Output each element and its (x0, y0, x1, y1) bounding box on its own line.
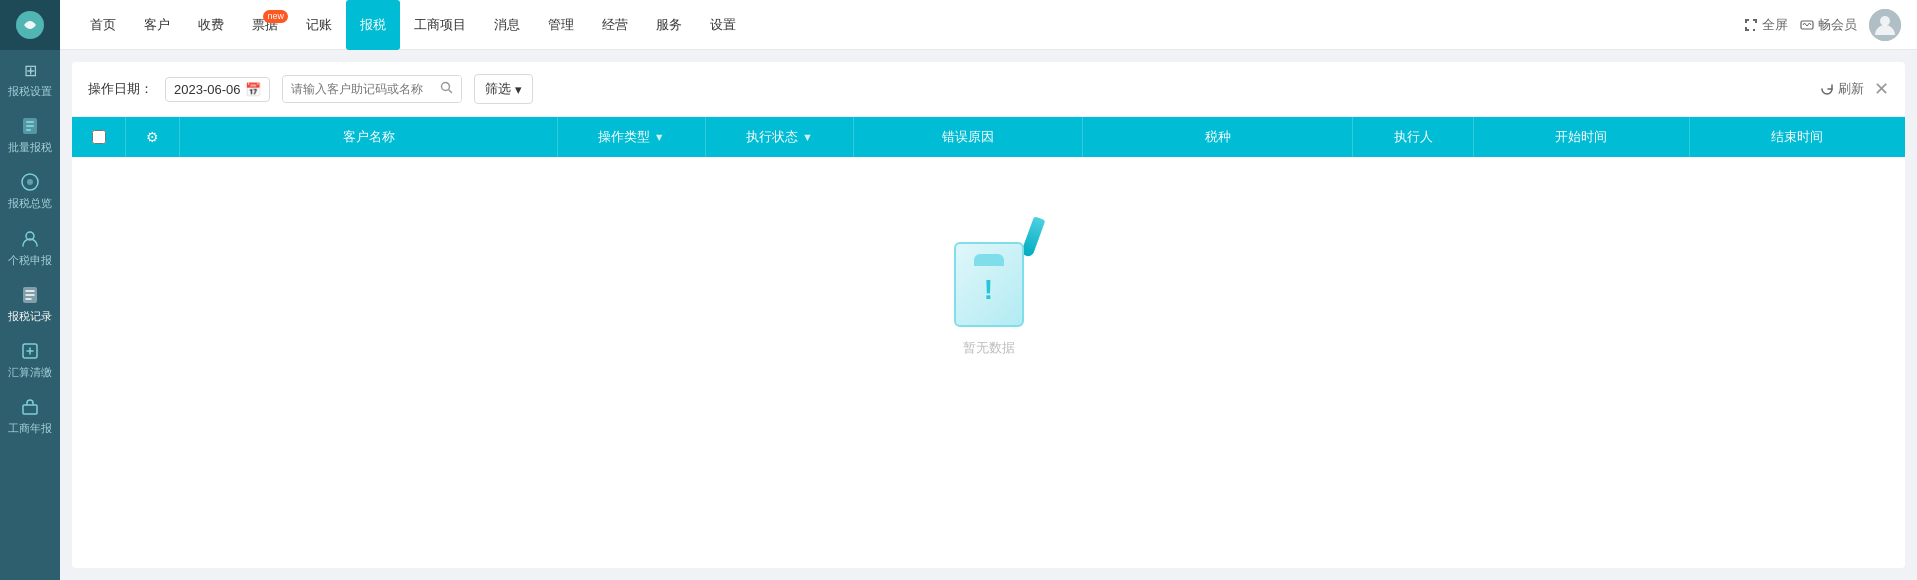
search-button[interactable] (432, 76, 461, 102)
sidebar-item-label: 工商年报 (8, 422, 52, 435)
start-time-column-header: 开始时间 (1474, 117, 1690, 157)
search-box (282, 75, 462, 103)
tax-type-column-header: 税种 (1083, 117, 1353, 157)
exec-status-column-header: 执行状态 ▼ (705, 117, 853, 157)
top-navigation: 首页 客户 收费 票据 new 记账 报税 工商项目 消息 管理 经营 (60, 0, 1917, 50)
close-button[interactable]: ✕ (1874, 80, 1889, 98)
table-header-row: ⚙ 客户名称 操作类型 ▼ (72, 117, 1905, 157)
gongshangnian-icon (18, 395, 42, 419)
error-reason-column-header: 错误原因 (854, 117, 1083, 157)
nav-item-jingying[interactable]: 经营 (588, 0, 642, 50)
svg-rect-4 (26, 129, 31, 131)
column-settings-icon[interactable]: ⚙ (146, 129, 159, 145)
date-value: 2023-06-06 (174, 82, 241, 97)
client-name-column-header: 客户名称 (180, 117, 557, 157)
calendar-icon: 📅 (245, 82, 261, 97)
svg-rect-3 (26, 125, 34, 127)
end-time-column-header: 结束时间 (1689, 117, 1905, 157)
content-card: 操作日期： 2023-06-06 📅 筛选 ▾ (72, 62, 1905, 568)
topnav-right: 全屏 畅会员 (1744, 9, 1901, 41)
main-area: 首页 客户 收费 票据 new 记账 报税 工商项目 消息 管理 经营 (60, 0, 1917, 580)
pen-illustration (1020, 216, 1045, 258)
baoshuizonglan-icon (18, 170, 42, 194)
baoshuishezhi-icon: ⊞ (18, 58, 42, 82)
sidebar-item-label: 批量报税 (8, 141, 52, 154)
sidebar-item-baoshuizonglan[interactable]: 报税总览 (0, 162, 60, 218)
chevron-down-icon: ▾ (515, 82, 522, 97)
svg-point-13 (1880, 16, 1890, 26)
select-all-checkbox[interactable] (92, 130, 106, 144)
nav-item-shoufe[interactable]: 收费 (184, 0, 238, 50)
vip-icon (1800, 18, 1814, 32)
filter-label: 筛选 (485, 80, 511, 98)
checkbox-column-header (72, 117, 126, 157)
fullscreen-button[interactable]: 全屏 (1744, 16, 1788, 34)
baoshuijilu-icon (18, 283, 42, 307)
sidebar: ⊞ 报税设置 批量报税 报税总览 个税申报 (0, 0, 60, 580)
clipboard-illustration: ! (954, 242, 1024, 327)
refresh-button[interactable]: 刷新 (1820, 80, 1864, 98)
sidebar-item-label: 汇算清缴 (8, 366, 52, 379)
sidebar-item-baoshuijilu[interactable]: 报税记录 (0, 275, 60, 331)
vip-button[interactable]: 畅会员 (1800, 16, 1857, 34)
avatar-icon (1869, 9, 1901, 41)
filter-button[interactable]: 筛选 ▾ (474, 74, 533, 104)
sidebar-item-label: 个税申报 (8, 254, 52, 267)
svg-point-14 (441, 83, 449, 91)
op-type-filter-icon[interactable]: ▼ (654, 131, 665, 143)
sidebar-item-baoshuishezhi[interactable]: ⊞ 报税设置 (0, 50, 60, 106)
nav-item-zhang[interactable]: 记账 (292, 0, 346, 50)
svg-rect-10 (23, 405, 37, 414)
nav-item-shezhi[interactable]: 设置 (696, 0, 750, 50)
sidebar-item-gongshangnian[interactable]: 工商年报 (0, 387, 60, 443)
nav-item-baoshui[interactable]: 报税 (346, 0, 400, 50)
app-logo[interactable] (0, 0, 60, 50)
date-picker[interactable]: 2023-06-06 📅 (165, 77, 270, 102)
svg-rect-11 (1801, 21, 1813, 29)
clipboard-top (974, 254, 1004, 266)
table-container: ⚙ 客户名称 操作类型 ▼ (72, 117, 1905, 568)
nav-item-fuwu[interactable]: 服务 (642, 0, 696, 50)
toolbar: 操作日期： 2023-06-06 📅 筛选 ▾ (72, 62, 1905, 117)
toolbar-right: 刷新 ✕ (1820, 80, 1889, 98)
pilianbaoshui-icon (18, 114, 42, 138)
svg-rect-2 (26, 121, 34, 123)
svg-point-6 (27, 179, 33, 185)
op-type-column-header: 操作类型 ▼ (557, 117, 705, 157)
nav-item-kehu[interactable]: 客户 (130, 0, 184, 50)
settings-column-header: ⚙ (126, 117, 180, 157)
sidebar-item-label: 报税设置 (8, 85, 52, 98)
nav-item-shouye[interactable]: 首页 (76, 0, 130, 50)
empty-state: ! 暂无数据 (72, 157, 1905, 417)
user-avatar[interactable] (1869, 9, 1901, 41)
empty-illustration: ! (939, 217, 1039, 327)
sidebar-item-pilianbaoshui[interactable]: 批量报税 (0, 106, 60, 162)
search-icon (440, 81, 453, 94)
nav-item-xiaoxi[interactable]: 消息 (480, 0, 534, 50)
sidebar-item-label: 报税总览 (8, 197, 52, 210)
nav-item-gongshang[interactable]: 工商项目 (400, 0, 480, 50)
sidebar-item-geshui[interactable]: 个税申报 (0, 219, 60, 275)
executor-column-header: 执行人 (1352, 117, 1473, 157)
nav-item-guanli[interactable]: 管理 (534, 0, 588, 50)
empty-text: 暂无数据 (963, 339, 1015, 357)
huisuanqingshu-icon (18, 339, 42, 363)
date-label: 操作日期： (88, 80, 153, 98)
exclamation-mark: ! (984, 274, 993, 306)
sidebar-item-label: 报税记录 (8, 310, 52, 323)
refresh-icon (1820, 82, 1834, 96)
nav-item-piao[interactable]: 票据 new (238, 0, 292, 50)
fullscreen-icon (1744, 18, 1758, 32)
sidebar-item-huisuanqingshu[interactable]: 汇算清缴 (0, 331, 60, 387)
exec-status-filter-icon[interactable]: ▼ (802, 131, 813, 143)
search-input[interactable] (283, 77, 432, 101)
content-area: 操作日期： 2023-06-06 📅 筛选 ▾ (60, 50, 1917, 580)
new-badge: new (263, 10, 288, 24)
data-table: ⚙ 客户名称 操作类型 ▼ (72, 117, 1905, 157)
geshui-icon (18, 227, 42, 251)
